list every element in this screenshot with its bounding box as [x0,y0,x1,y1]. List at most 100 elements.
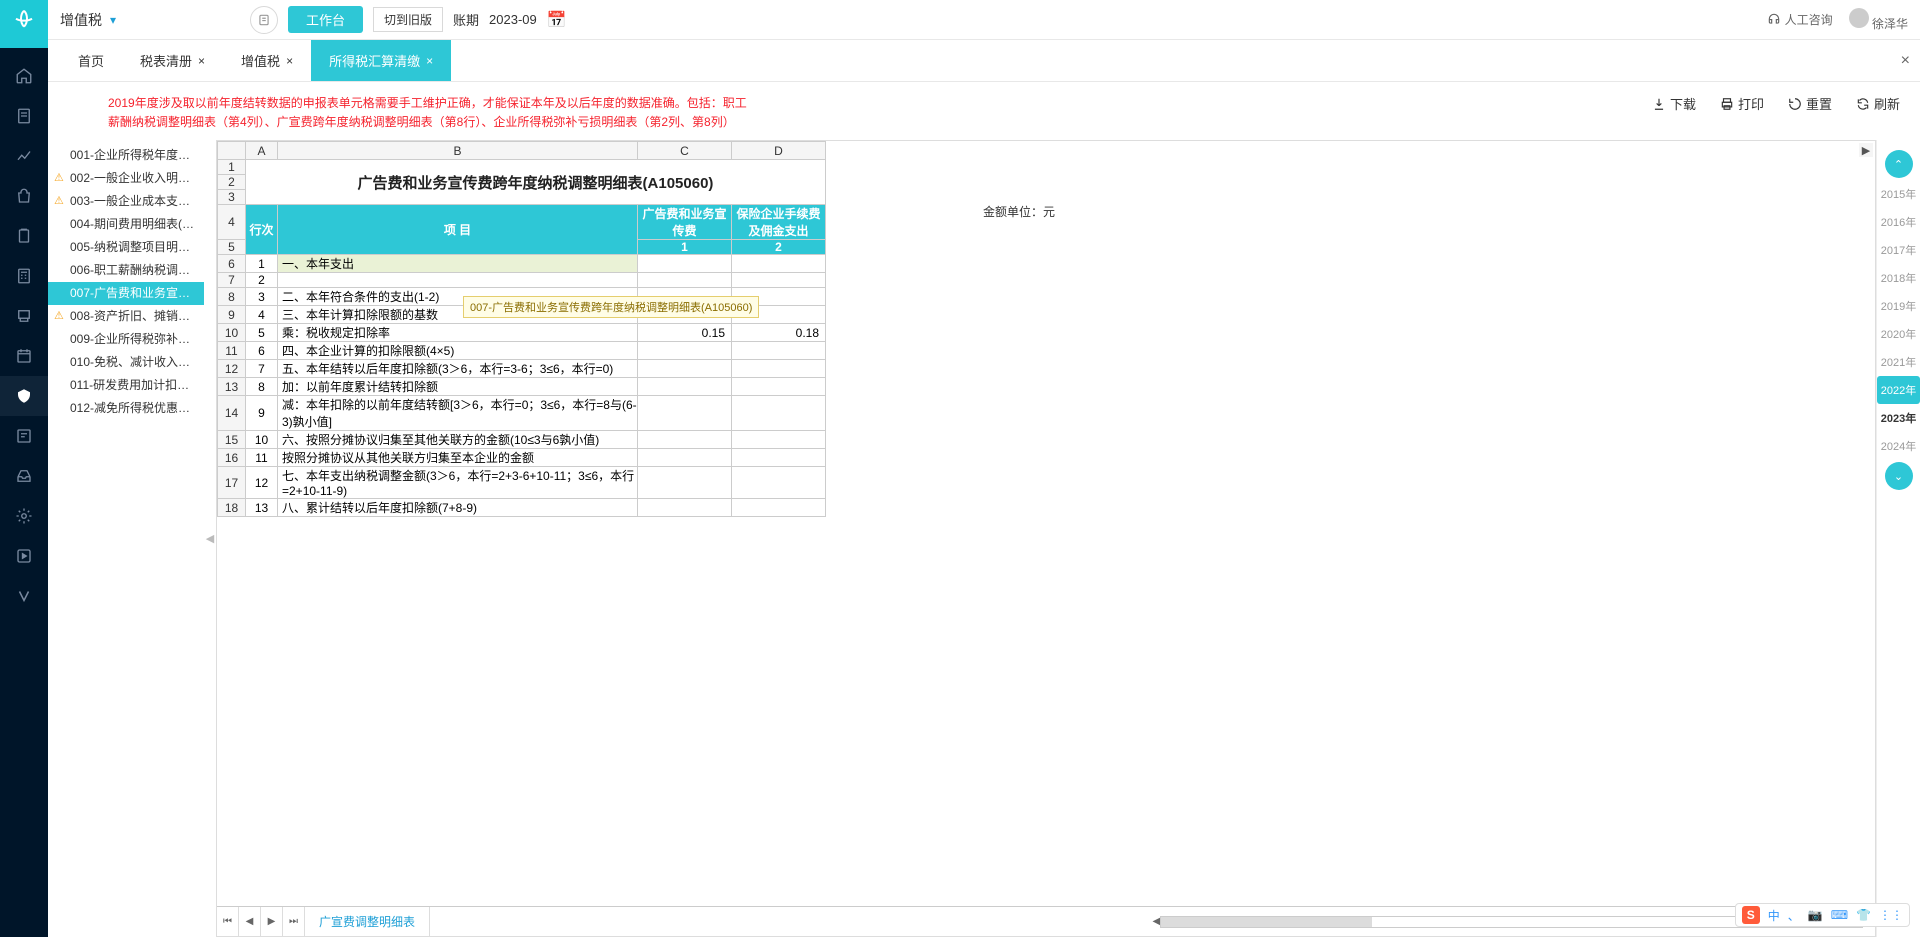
item-cell[interactable]: 七、本年支出纳税调整金额(3＞6，本行=2+3-6+10-11；3≤6，本行=2… [278,467,638,499]
line-cell[interactable]: 1 [246,255,278,273]
row-header[interactable]: 16 [218,449,246,467]
line-cell[interactable]: 13 [246,499,278,517]
calendar-icon[interactable]: 📅 [547,10,567,30]
form-list-item[interactable]: 001-企业所得税年度纳税申... [48,144,204,167]
row-header[interactable]: 6 [218,255,246,273]
line-cell[interactable]: 4 [246,306,278,324]
form-list-item[interactable]: ⚠002-一般企业收入明细表(A... [48,167,204,190]
expand-sheet-icon[interactable]: ▶ [1859,143,1873,157]
nav-tax-icon[interactable] [0,376,48,416]
value-cell[interactable] [638,499,732,517]
ime-item[interactable]: 中 [1768,907,1780,924]
sheet-table[interactable]: ABCD1广告费和业务宣传费跨年度纳税调整明细表(A105060)234 行次 … [217,141,826,517]
line-cell[interactable]: 6 [246,342,278,360]
value-cell[interactable] [638,378,732,396]
year-item[interactable]: 2016年 [1881,208,1916,236]
switch-old-button[interactable]: 切到旧版 [373,7,443,32]
year-item[interactable]: 2020年 [1881,320,1916,348]
row-header[interactable]: 13 [218,378,246,396]
value-cell[interactable]: 0.15 [638,324,732,342]
tab-home[interactable]: 首页 [60,40,122,81]
value-cell[interactable] [732,378,826,396]
memo-icon-button[interactable] [250,6,278,34]
nav-tag-icon[interactable] [0,296,48,336]
row-header[interactable]: 4 [218,205,246,240]
year-item[interactable]: 2023年 [1881,404,1916,432]
value-cell[interactable] [732,342,826,360]
row-header[interactable]: 11 [218,342,246,360]
sheet-nav-last-icon[interactable]: ⏭ [283,907,305,936]
nav-inbox-icon[interactable] [0,456,48,496]
company-select[interactable]: 增值税 ▾ [60,10,240,30]
item-cell[interactable] [278,273,638,288]
year-item[interactable]: 2022年 [1877,376,1920,404]
close-icon[interactable]: × [198,54,205,68]
row-header[interactable]: 9 [218,306,246,324]
nav-play-icon[interactable] [0,536,48,576]
year-item[interactable]: 2015年 [1881,180,1916,208]
line-cell[interactable]: 2 [246,273,278,288]
tab-tax-list[interactable]: 税表清册× [122,40,223,81]
line-cell[interactable]: 9 [246,396,278,431]
row-header[interactable]: 1 [218,160,246,175]
line-cell[interactable]: 3 [246,288,278,306]
close-icon[interactable]: × [286,54,293,68]
line-cell[interactable]: 5 [246,324,278,342]
form-list-item[interactable]: ⚠003-一般企业成本支出明细... [48,190,204,213]
item-cell[interactable]: 乘：税收规定扣除率 [278,324,638,342]
form-list-item[interactable]: 012-减免所得税优惠明细表(... [48,397,204,420]
value-cell[interactable] [732,449,826,467]
form-list-item[interactable]: 010-免税、减计收入及加计... [48,351,204,374]
value-cell[interactable] [638,360,732,378]
tab-vat[interactable]: 增值税× [223,40,311,81]
sheet-nav-first-icon[interactable]: ⏮ [217,907,239,936]
col-header[interactable]: B [278,142,638,160]
refresh-button[interactable]: 刷新 [1856,94,1900,113]
year-item[interactable]: 2018年 [1881,264,1916,292]
line-cell[interactable]: 11 [246,449,278,467]
form-list-item[interactable]: ⚠008-资产折旧、摊销及纳税... [48,305,204,328]
value-cell[interactable] [638,467,732,499]
collapse-handle-icon[interactable]: ◀ [204,140,216,937]
nav-settings-icon[interactable] [0,496,48,536]
row-header[interactable]: 7 [218,273,246,288]
form-list-item[interactable]: 004-期间费用明细表(A1040... [48,213,204,236]
ime-toolbar[interactable]: S 中 、 📷 ⌨ 👕 ⋮⋮ [1735,903,1910,927]
form-list-item[interactable]: 009-企业所得税弥补亏损明... [48,328,204,351]
row-header[interactable]: 2 [218,175,246,190]
nav-v-icon[interactable] [0,576,48,616]
ime-item[interactable]: 📷 [1808,908,1823,922]
item-cell[interactable]: 五、本年结转以后年度扣除额(3＞6，本行=3-6；3≤6，本行=0) [278,360,638,378]
row-header[interactable]: 10 [218,324,246,342]
workbench-button[interactable]: 工作台 [288,6,363,33]
value-cell[interactable] [638,342,732,360]
value-cell[interactable] [638,306,732,324]
value-cell[interactable] [732,396,826,431]
ime-item[interactable]: ⌨ [1831,908,1848,922]
value-cell[interactable] [638,255,732,273]
col-header[interactable]: A [246,142,278,160]
year-scroll-down-icon[interactable]: ⌄ [1885,462,1913,490]
row-header[interactable]: 17 [218,467,246,499]
value-cell[interactable] [732,288,826,306]
nav-chart-icon[interactable] [0,136,48,176]
reset-button[interactable]: 重置 [1788,94,1832,113]
value-cell[interactable] [732,431,826,449]
close-all-tabs-icon[interactable]: × [1901,52,1910,70]
item-cell[interactable]: 二、本年符合条件的支出(1-2) [278,288,638,306]
value-cell[interactable] [638,396,732,431]
value-cell[interactable] [638,273,732,288]
value-cell[interactable] [638,449,732,467]
print-button[interactable]: 打印 [1720,94,1764,113]
tab-income-tax[interactable]: 所得税汇算清缴× [311,40,451,81]
item-cell[interactable]: 减：本年扣除的以前年度结转额[3＞6，本行=0；3≤6，本行=8与(6-3)孰小… [278,396,638,431]
nav-doc-icon[interactable] [0,96,48,136]
ime-item[interactable]: ⋮⋮ [1879,908,1903,922]
value-cell[interactable] [732,467,826,499]
row-header[interactable]: 14 [218,396,246,431]
nav-bag-icon[interactable] [0,176,48,216]
line-cell[interactable]: 12 [246,467,278,499]
value-cell[interactable]: 0.18 [732,324,826,342]
support-link[interactable]: 人工咨询 [1767,11,1832,28]
close-icon[interactable]: × [426,54,433,68]
